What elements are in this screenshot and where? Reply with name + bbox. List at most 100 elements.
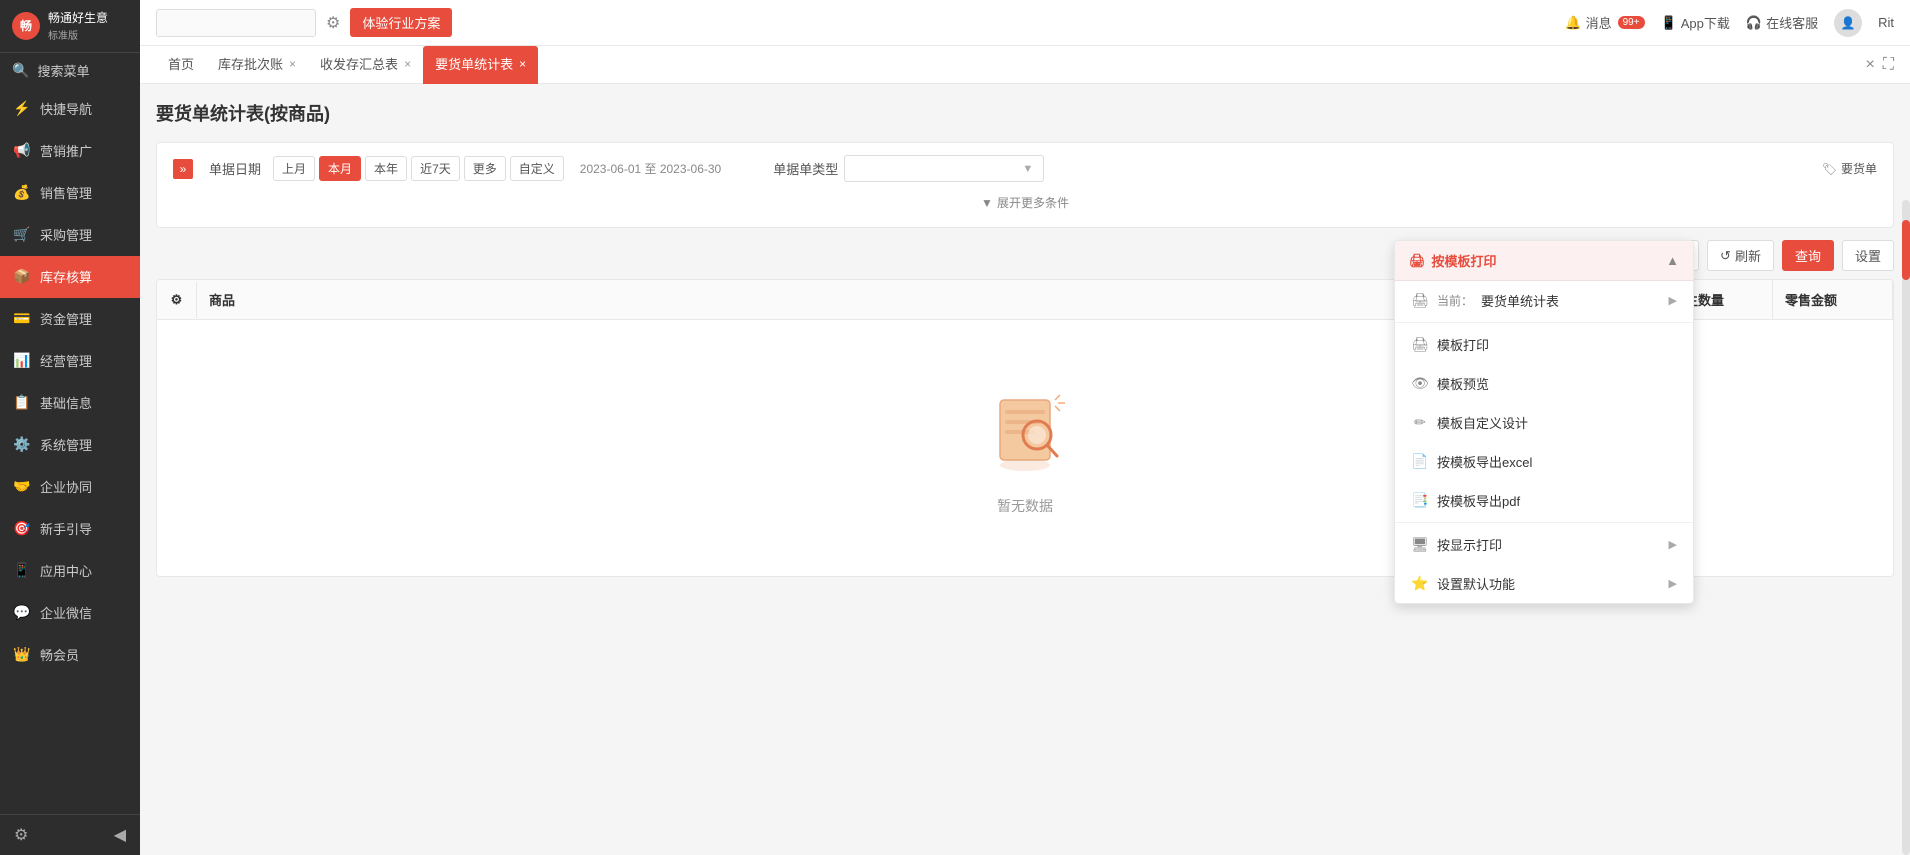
online-service-label: 在线客服 [1766, 13, 1818, 32]
refresh-btn[interactable]: ↺ 刷新 [1707, 240, 1774, 271]
avatar[interactable]: 👤 [1834, 9, 1862, 37]
item-label: 按模板导出pdf [1437, 491, 1677, 510]
scrollbar-thumb[interactable] [1902, 220, 1910, 280]
settings-btn[interactable]: 设置 [1842, 240, 1894, 271]
bell-icon: 🔔 [1565, 15, 1581, 31]
headset-icon: 🎧 [1746, 15, 1762, 31]
date-btn-近7天[interactable]: 近7天 [411, 156, 460, 181]
right-scrollbar[interactable] [1902, 200, 1910, 855]
tag-icon: 🏷 [1822, 162, 1837, 176]
sidebar-search[interactable]: 🔍 搜索菜单 [0, 53, 140, 88]
nav-label: 经营管理 [40, 351, 92, 370]
nav-label: 采购管理 [40, 225, 92, 244]
sidebar-item-marketing[interactable]: 📢营销推广 [0, 130, 140, 172]
filter-expand-icon[interactable]: » [173, 159, 193, 179]
expand-label: 展开更多条件 [997, 194, 1069, 211]
sidebar-item-system[interactable]: ⚙️系统管理 [0, 424, 140, 466]
sidebar-item-guide[interactable]: 🎯新手引导 [0, 508, 140, 550]
tab-close-icon[interactable]: × [289, 57, 296, 71]
dropdown-current[interactable]: 🖨 当前： 要货单统计表 ▶ [1395, 281, 1693, 320]
tab-close-icon[interactable]: × [519, 57, 526, 71]
default-icon: ⭐ [1411, 575, 1429, 592]
sidebar-item-appstore[interactable]: 📱应用中心 [0, 550, 140, 592]
messages-badge: 99+ [1618, 16, 1645, 29]
nav-label: 基础信息 [40, 393, 92, 412]
type-select[interactable]: ▼ [844, 155, 1044, 182]
chevron-down-icon: ▼ [1022, 163, 1033, 175]
date-btn-更多[interactable]: 更多 [464, 156, 506, 181]
item-label: 按显示打印 [1437, 535, 1661, 554]
sidebar-bottom: ⚙ ◀ [0, 814, 140, 855]
yaohuo-label: 🏷 要货单 [1822, 160, 1877, 177]
sidebar-item-purchase[interactable]: 🛒采购管理 [0, 214, 140, 256]
messages-label: 消息 [1586, 13, 1612, 32]
tab-collection-summary[interactable]: 收发存汇总表× [308, 46, 423, 84]
sidebar-item-sales[interactable]: 💰销售管理 [0, 172, 140, 214]
dropdown-chevron-up[interactable]: ▲ [1666, 253, 1679, 268]
date-btn-本年[interactable]: 本年 [365, 156, 407, 181]
current-value: 要货单统计表 [1481, 291, 1661, 310]
query-btn[interactable]: 查询 [1782, 240, 1834, 271]
filter-select-area: 单据单类型 ▼ [773, 155, 1044, 182]
topbar-gear-icon[interactable]: ⚙ [326, 13, 340, 33]
logo-icon: 畅 [12, 12, 40, 40]
dropdown-item-display-print[interactable]: 🖥 按显示打印 ▶ [1395, 525, 1693, 564]
nav-label: 库存核算 [40, 267, 92, 286]
tab-close-icon[interactable]: × [404, 57, 411, 71]
date-btn-本月[interactable]: 本月 [319, 156, 361, 181]
tab-order-stats[interactable]: 要货单统计表× [423, 46, 538, 84]
phone-icon: 📱 [1661, 15, 1677, 31]
filter-right: 🏷 要货单 [1822, 160, 1877, 177]
messages-item[interactable]: 🔔 消息 99+ [1565, 13, 1644, 32]
nav-label: 快捷导航 [40, 99, 92, 118]
page-title: 要货单统计表(按商品) [156, 100, 1894, 126]
dropdown-item-template-preview[interactable]: 👁 模板预览 [1395, 364, 1693, 403]
search-label: 搜索菜单 [37, 61, 89, 80]
dropdown-item-set-default[interactable]: ⭐ 设置默认功能 ▶ [1395, 564, 1693, 603]
tab-expand-icon[interactable]: ⛶ [1883, 56, 1894, 74]
filter-bar: » 单据日期 上月本月本年近7天更多自定义 2023-06-01 至 2023-… [156, 142, 1894, 228]
dropdown-item-template-print[interactable]: 🖨 模板打印 [1395, 325, 1693, 364]
pdf-icon: 📑 [1411, 492, 1429, 509]
sidebar-nav: ⚡快捷导航📢营销推广💰销售管理🛒采购管理 📦 库存核算 💳资金管理📊经营管理📋基础信息… [0, 88, 140, 814]
dropdown-item-template-pdf[interactable]: 📑 按模板导出pdf [1395, 481, 1693, 520]
nav-label: 销售管理 [40, 183, 92, 202]
dropdown-item-template-custom[interactable]: ✏ 模板自定义设计 [1395, 403, 1693, 442]
content-area: 要货单统计表(按商品) » 单据日期 上月本月本年近7天更多自定义 2023-0… [140, 84, 1910, 855]
inventory-icon: 📦 [12, 267, 32, 287]
trial-button[interactable]: 体验行业方案 [350, 8, 452, 37]
sidebar-item-finance[interactable]: 💳资金管理 [0, 298, 140, 340]
finance-icon: 💳 [12, 309, 32, 329]
tab-home[interactable]: 首页 [156, 46, 206, 84]
sidebar-item-inventory[interactable]: 📦 库存核算 [0, 256, 140, 298]
collapse-icon[interactable]: ◀ [114, 825, 126, 845]
nav-label: 应用中心 [40, 561, 92, 580]
col-settings[interactable]: ⚙ [157, 282, 197, 318]
vip-icon: 👑 [12, 645, 32, 665]
tab-close-all-icon[interactable]: × [1865, 56, 1874, 74]
sidebar-item-operation[interactable]: 📊经营管理 [0, 340, 140, 382]
settings-icon[interactable]: ⚙ [14, 825, 28, 845]
toolbar: 🖨 按模板打印 ▲ … ↑ 导出 ↺ 刷新 查询 设置 🖨 按模板打印 [156, 240, 1894, 271]
sidebar-item-vip[interactable]: 👑畅会员 [0, 634, 140, 676]
item-label: 模板打印 [1437, 335, 1677, 354]
refresh-icon: ↺ [1720, 248, 1731, 264]
app-download-item[interactable]: 📱 App下载 [1661, 13, 1730, 32]
sidebar-item-quick-nav[interactable]: ⚡快捷导航 [0, 88, 140, 130]
sidebar-item-wechat[interactable]: 💬企业微信 [0, 592, 140, 634]
online-service-item[interactable]: 🎧 在线客服 [1746, 13, 1818, 32]
wechat-icon: 💬 [12, 603, 32, 623]
nav-label: 营销推广 [40, 141, 92, 160]
sidebar-item-basic[interactable]: 📋基础信息 [0, 382, 140, 424]
tab-inventory-batch[interactable]: 库存批次账× [206, 46, 308, 84]
date-btn-上月[interactable]: 上月 [273, 156, 315, 181]
expand-more-btn[interactable]: ▼ 展开更多条件 [971, 190, 1079, 215]
topbar: ⚙ 体验行业方案 🔔 消息 99+ 📱 App下载 🎧 在线客服 👤 Rit [140, 0, 1910, 46]
date-btn-自定义[interactable]: 自定义 [510, 156, 564, 181]
sidebar-item-coop[interactable]: 🤝企业协同 [0, 466, 140, 508]
dropdown-item-template-excel[interactable]: 📄 按模板导出excel [1395, 442, 1693, 481]
guide-icon: 🎯 [12, 519, 32, 539]
topbar-search-input[interactable] [156, 9, 316, 37]
preview-icon: 👁 [1411, 375, 1429, 392]
app-badge: 标准版 [48, 27, 108, 42]
